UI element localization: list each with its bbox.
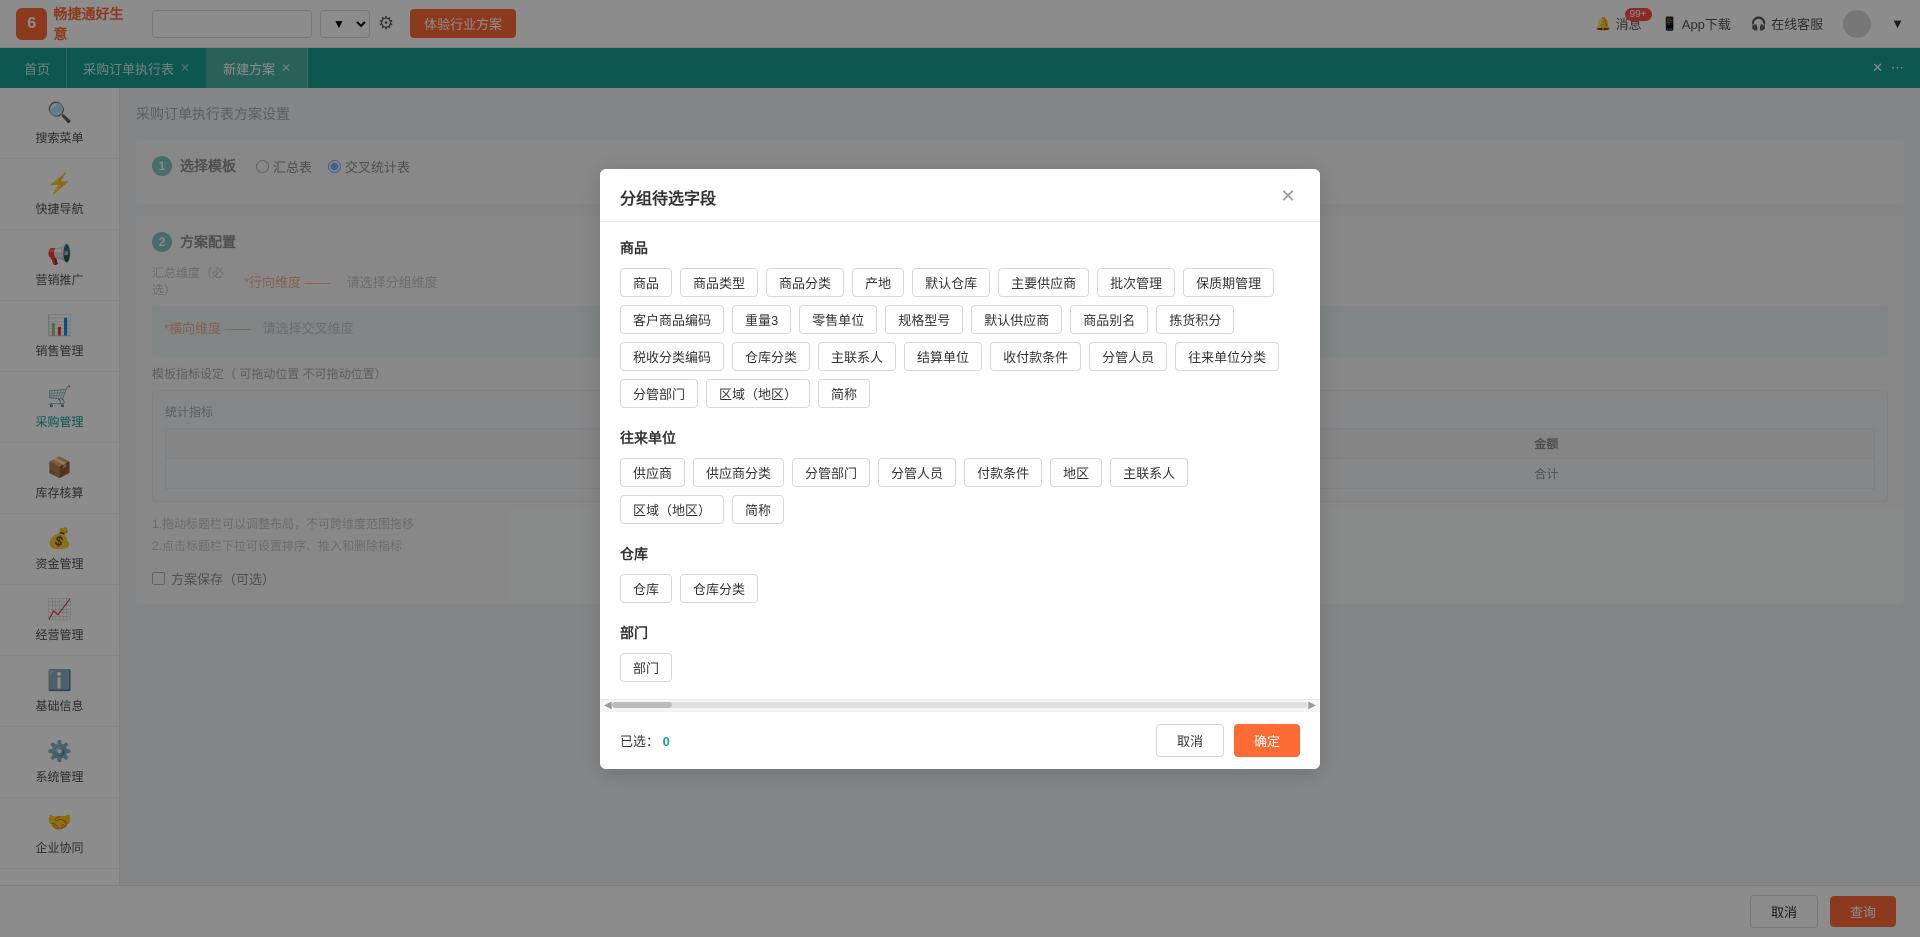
- field-supplier[interactable]: 供应商: [620, 458, 685, 487]
- field-default-supplier[interactable]: 默认供应商: [971, 305, 1062, 334]
- group-dept-title: 部门: [620, 623, 1300, 643]
- field-default-warehouse[interactable]: 默认仓库: [912, 268, 990, 297]
- modal-header: 分组待选字段 ✕: [600, 169, 1320, 222]
- field-product[interactable]: 商品: [620, 268, 672, 297]
- field-origin[interactable]: 产地: [852, 268, 904, 297]
- field-warehouse-category[interactable]: 仓库分类: [732, 342, 810, 371]
- modal-footer: 已选： 0 取消 确定: [600, 711, 1320, 769]
- field-batch-management[interactable]: 批次管理: [1097, 268, 1175, 297]
- field-payment-terms[interactable]: 付款条件: [964, 458, 1042, 487]
- field-main-contact-party[interactable]: 主联系人: [1110, 458, 1188, 487]
- scroll-track: [612, 702, 1309, 708]
- field-warehouse-type[interactable]: 仓库分类: [680, 574, 758, 603]
- field-tax-code[interactable]: 税收分类编码: [620, 342, 724, 371]
- product-field-list: 商品 商品类型 商品分类 产地 默认仓库 主要供应商 批次管理 保质期管理 客户…: [620, 268, 1300, 408]
- modal-title: 分组待选字段: [620, 185, 716, 209]
- field-supplier-category[interactable]: 供应商分类: [693, 458, 784, 487]
- field-party-person[interactable]: 分管人员: [878, 458, 956, 487]
- field-party-dept[interactable]: 分管部门: [792, 458, 870, 487]
- field-customer-product-code[interactable]: 客户商品编码: [620, 305, 724, 334]
- scroll-thumb[interactable]: [612, 702, 672, 708]
- field-area[interactable]: 地区: [1050, 458, 1102, 487]
- field-group-dept: 部门 部门: [620, 623, 1300, 682]
- field-weight3[interactable]: 重量3: [732, 305, 791, 334]
- modal-footer-buttons: 取消 确定: [1156, 724, 1300, 757]
- field-region-party[interactable]: 区域（地区）: [620, 495, 724, 524]
- field-settlement-unit[interactable]: 结算单位: [904, 342, 982, 371]
- field-dept[interactable]: 部门: [620, 653, 672, 682]
- field-supervisor[interactable]: 分管人员: [1089, 342, 1167, 371]
- scroll-right-arrow[interactable]: ▶: [1308, 700, 1316, 711]
- group-party-title: 往来单位: [620, 428, 1300, 448]
- field-product-alias[interactable]: 商品别名: [1070, 305, 1148, 334]
- field-warehouse[interactable]: 仓库: [620, 574, 672, 603]
- field-short-name-party[interactable]: 简称: [732, 495, 784, 524]
- selected-label: 已选：: [620, 734, 659, 749]
- party-field-list: 供应商 供应商分类 分管部门 分管人员 付款条件 地区 主联系人 区域（地区） …: [620, 458, 1300, 524]
- modal-confirm-button[interactable]: 确定: [1234, 724, 1300, 757]
- group-warehouse-title: 仓库: [620, 544, 1300, 564]
- group-product-title: 商品: [620, 238, 1300, 258]
- modal-body: 商品 商品 商品类型 商品分类 产地 默认仓库 主要供应商 批次管理 保质期管理…: [600, 222, 1320, 699]
- field-region-product[interactable]: 区域（地区）: [706, 379, 810, 408]
- modal-overlay: 分组待选字段 ✕ 商品 商品 商品类型 商品分类 产地 默认仓库 主要供应商 批…: [0, 0, 1920, 937]
- field-short-name-product[interactable]: 简称: [818, 379, 870, 408]
- modal-close-button[interactable]: ✕: [1276, 185, 1300, 209]
- field-party-category[interactable]: 往来单位分类: [1175, 342, 1279, 371]
- field-spec-model[interactable]: 规格型号: [885, 305, 963, 334]
- warehouse-field-list: 仓库 仓库分类: [620, 574, 1300, 603]
- field-group-product: 商品 商品 商品类型 商品分类 产地 默认仓库 主要供应商 批次管理 保质期管理…: [620, 238, 1300, 408]
- field-selection-modal: 分组待选字段 ✕ 商品 商品 商品类型 商品分类 产地 默认仓库 主要供应商 批…: [600, 169, 1320, 769]
- modal-horizontal-scrollbar[interactable]: ◀ ▶: [600, 699, 1320, 711]
- modal-cancel-button[interactable]: 取消: [1156, 724, 1224, 757]
- field-group-party: 往来单位 供应商 供应商分类 分管部门 分管人员 付款条件 地区 主联系人 区域…: [620, 428, 1300, 524]
- field-dept-managed[interactable]: 分管部门: [620, 379, 698, 408]
- field-payment-conditions[interactable]: 收付款条件: [990, 342, 1081, 371]
- field-main-contact[interactable]: 主联系人: [818, 342, 896, 371]
- field-group-warehouse: 仓库 仓库 仓库分类: [620, 544, 1300, 603]
- dept-field-list: 部门: [620, 653, 1300, 682]
- field-shelf-life[interactable]: 保质期管理: [1183, 268, 1274, 297]
- field-product-type[interactable]: 商品类型: [680, 268, 758, 297]
- field-product-category[interactable]: 商品分类: [766, 268, 844, 297]
- scroll-left-arrow[interactable]: ◀: [604, 700, 612, 711]
- field-picking-points[interactable]: 拣货积分: [1156, 305, 1234, 334]
- field-retail-unit[interactable]: 零售单位: [799, 305, 877, 334]
- selected-count: 0: [663, 734, 670, 749]
- selected-count-area: 已选： 0: [620, 731, 670, 750]
- field-main-supplier[interactable]: 主要供应商: [998, 268, 1089, 297]
